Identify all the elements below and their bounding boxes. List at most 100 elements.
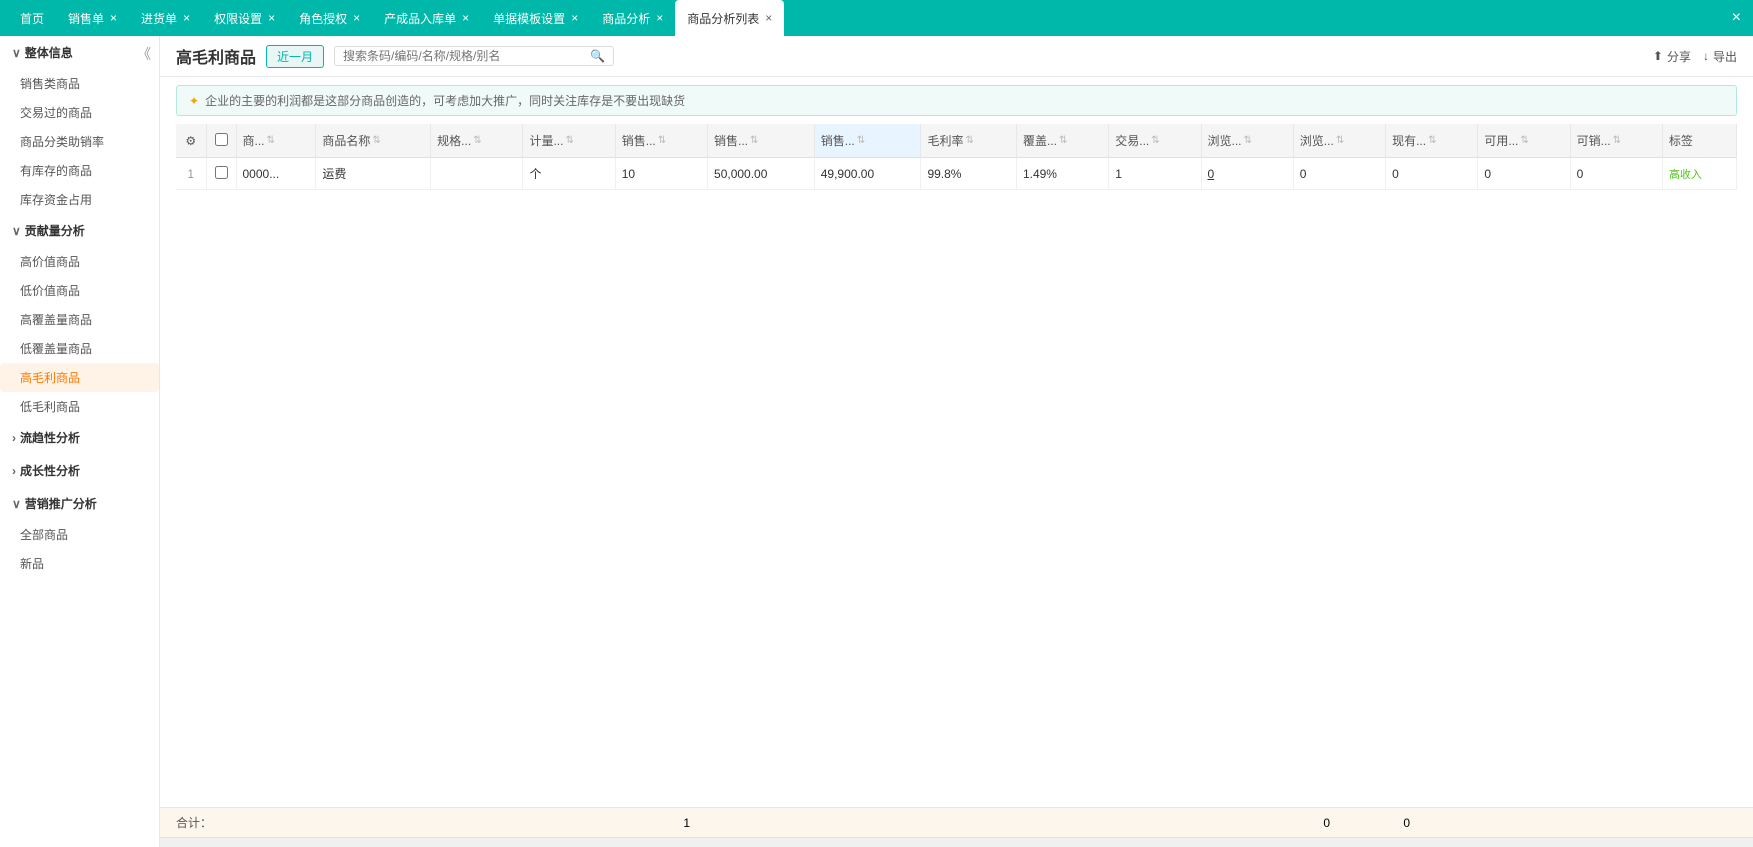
cell-trade: 1 (1109, 158, 1201, 190)
sidebar-item-in-stock[interactable]: 有库存的商品 (0, 156, 159, 185)
cell-sales2: 50,000.00 (708, 158, 815, 190)
filter-recent-month-button[interactable]: 近一月 (266, 45, 324, 68)
footer-label: 合计： (176, 814, 236, 831)
nav-purchase[interactable]: 进货单 × (129, 0, 202, 36)
footer-summary: 合计： 1 0 0 (160, 807, 1753, 837)
cell-checkbox[interactable] (206, 158, 236, 190)
sidebar-item-high-margin[interactable]: 高毛利商品 (0, 363, 159, 392)
sidebar-collapse-button[interactable]: 《 (137, 44, 151, 64)
col-gross-rate[interactable]: 毛利率 ⇅ (921, 124, 1017, 158)
col-tag[interactable]: 标签 (1662, 124, 1736, 158)
footer-col-available: 0 (1336, 816, 1416, 830)
cell-index: 1 (176, 158, 206, 190)
sidebar-group-growth[interactable]: › 成长性分析 (0, 454, 159, 487)
close-template-tab[interactable]: × (571, 11, 578, 25)
close-role-tab[interactable]: × (353, 11, 360, 25)
content-area: 高毛利商品 近一月 🔍 ⬆ 分享 ↓ 导出 ✦ 企业的主要的利润都是这部分商品创… (160, 36, 1753, 847)
col-coverage[interactable]: 覆盖... ⇅ (1016, 124, 1108, 158)
sidebar-item-traded-goods[interactable]: 交易过的商品 (0, 98, 159, 127)
col-settings[interactable]: ⚙ (176, 124, 206, 158)
sidebar-group-marketing[interactable]: ∨ 营销推广分析 (0, 487, 159, 520)
sidebar-item-new-goods[interactable]: 新品 (0, 549, 159, 578)
global-close-icon[interactable]: × (1732, 9, 1741, 27)
col-sales1[interactable]: 销售... ⇅ (615, 124, 707, 158)
cell-available: 0 (1478, 158, 1570, 190)
content-header: 高毛利商品 近一月 🔍 ⬆ 分享 ↓ 导出 (160, 36, 1753, 77)
cell-unit: 个 (523, 158, 615, 190)
sort-icon-gross: ⇅ (965, 135, 973, 146)
close-purchase-tab[interactable]: × (183, 11, 190, 25)
info-banner: ✦ 企业的主要的利润都是这部分商品创造的，可考虑加大推广，同时关注库存是不要出现… (176, 85, 1737, 116)
nav-home[interactable]: 首页 (8, 0, 56, 36)
group-arrow-marketing: ∨ (12, 497, 21, 511)
cell-browse1[interactable]: 0 (1201, 158, 1293, 190)
footer-col-current: 0 (1256, 816, 1336, 830)
select-all-checkbox[interactable] (215, 133, 228, 146)
footer-col-sales1: 1 (616, 816, 696, 830)
sort-icon-sales3: ⇅ (857, 135, 865, 146)
data-table: ⚙ 商... ⇅ 商品名称 (176, 124, 1737, 190)
info-icon: ✦ (189, 94, 199, 108)
sidebar-item-sales-goods[interactable]: 销售类商品 (0, 69, 159, 98)
share-button[interactable]: ⬆ 分享 (1653, 48, 1691, 65)
sort-icon-name: ⇅ (372, 135, 380, 146)
search-icon[interactable]: 🔍 (590, 49, 605, 63)
col-saleable[interactable]: 可销... ⇅ (1570, 124, 1662, 158)
col-browse1[interactable]: 浏览... ⇅ (1201, 124, 1293, 158)
col-unit[interactable]: 计量... ⇅ (523, 124, 615, 158)
sidebar-group-overall[interactable]: ∨ 整体信息 (0, 36, 159, 69)
sidebar-item-category-rate[interactable]: 商品分类助销率 (0, 127, 159, 156)
group-arrow-growth: › (12, 464, 16, 478)
col-sales3[interactable]: 销售... ⇅ (814, 124, 921, 158)
close-sales-tab[interactable]: × (110, 11, 117, 25)
group-arrow-trend: › (12, 431, 16, 445)
sidebar-item-high-coverage[interactable]: 高覆盖量商品 (0, 305, 159, 334)
cell-saleable: 0 (1570, 158, 1662, 190)
nav-permission[interactable]: 权限设置 × (202, 0, 287, 36)
nav-warehouse[interactable]: 产成品入库单 × (372, 0, 481, 36)
close-product-analysis-list-tab[interactable]: × (765, 11, 772, 25)
col-browse2[interactable]: 浏览... ⇅ (1293, 124, 1385, 158)
sort-icon-current: ⇅ (1428, 135, 1436, 146)
col-sales2[interactable]: 销售... ⇅ (708, 124, 815, 158)
sidebar-item-low-value[interactable]: 低价值商品 (0, 276, 159, 305)
col-checkbox[interactable] (206, 124, 236, 158)
col-spec[interactable]: 规格... ⇅ (431, 124, 523, 158)
table-header-row: ⚙ 商... ⇅ 商品名称 (176, 124, 1737, 158)
sidebar-group-trend[interactable]: › 流趋性分析 (0, 421, 159, 454)
col-available[interactable]: 可用... ⇅ (1478, 124, 1570, 158)
col-trade[interactable]: 交易... ⇅ (1109, 124, 1201, 158)
header-actions: ⬆ 分享 ↓ 导出 (1653, 48, 1737, 65)
sort-icon-available: ⇅ (1520, 135, 1528, 146)
sidebar-item-high-value[interactable]: 高价值商品 (0, 247, 159, 276)
nav-product-analysis[interactable]: 商品分析 × (590, 0, 675, 36)
close-product-analysis-tab[interactable]: × (656, 11, 663, 25)
close-permission-tab[interactable]: × (268, 11, 275, 25)
export-button[interactable]: ↓ 导出 (1703, 48, 1737, 65)
sidebar-item-stock-fund[interactable]: 库存资金占用 (0, 185, 159, 214)
cell-coverage: 1.49% (1016, 158, 1108, 190)
row-checkbox[interactable] (215, 166, 228, 179)
sidebar-item-low-margin[interactable]: 低毛利商品 (0, 392, 159, 421)
close-warehouse-tab[interactable]: × (462, 11, 469, 25)
sidebar-item-all-goods[interactable]: 全部商品 (0, 520, 159, 549)
nav-product-analysis-list[interactable]: 商品分析列表 × (675, 0, 784, 36)
col-code[interactable]: 商... ⇅ (236, 124, 316, 158)
top-navigation: 首页 销售单 × 进货单 × 权限设置 × 角色授权 × 产成品入库单 × 单据… (0, 0, 1753, 36)
cell-sales3: 49,900.00 (814, 158, 921, 190)
horizontal-scrollbar[interactable] (160, 837, 1753, 847)
nav-role[interactable]: 角色授权 × (287, 0, 372, 36)
col-name[interactable]: 商品名称 ⇅ (316, 124, 431, 158)
table-container: ⚙ 商... ⇅ 商品名称 (160, 124, 1753, 807)
search-box: 🔍 (334, 46, 614, 66)
sidebar-group-contribution[interactable]: ∨ 贡献量分析 (0, 214, 159, 247)
cell-browse2: 0 (1293, 158, 1385, 190)
sidebar-item-low-coverage[interactable]: 低覆盖量商品 (0, 334, 159, 363)
sort-icon-saleable: ⇅ (1613, 135, 1621, 146)
cell-code: 0000... (236, 158, 316, 190)
cell-spec (431, 158, 523, 190)
col-current[interactable]: 现有... ⇅ (1386, 124, 1478, 158)
nav-sales[interactable]: 销售单 × (56, 0, 129, 36)
nav-template[interactable]: 单据模板设置 × (481, 0, 590, 36)
search-input[interactable] (343, 49, 590, 63)
